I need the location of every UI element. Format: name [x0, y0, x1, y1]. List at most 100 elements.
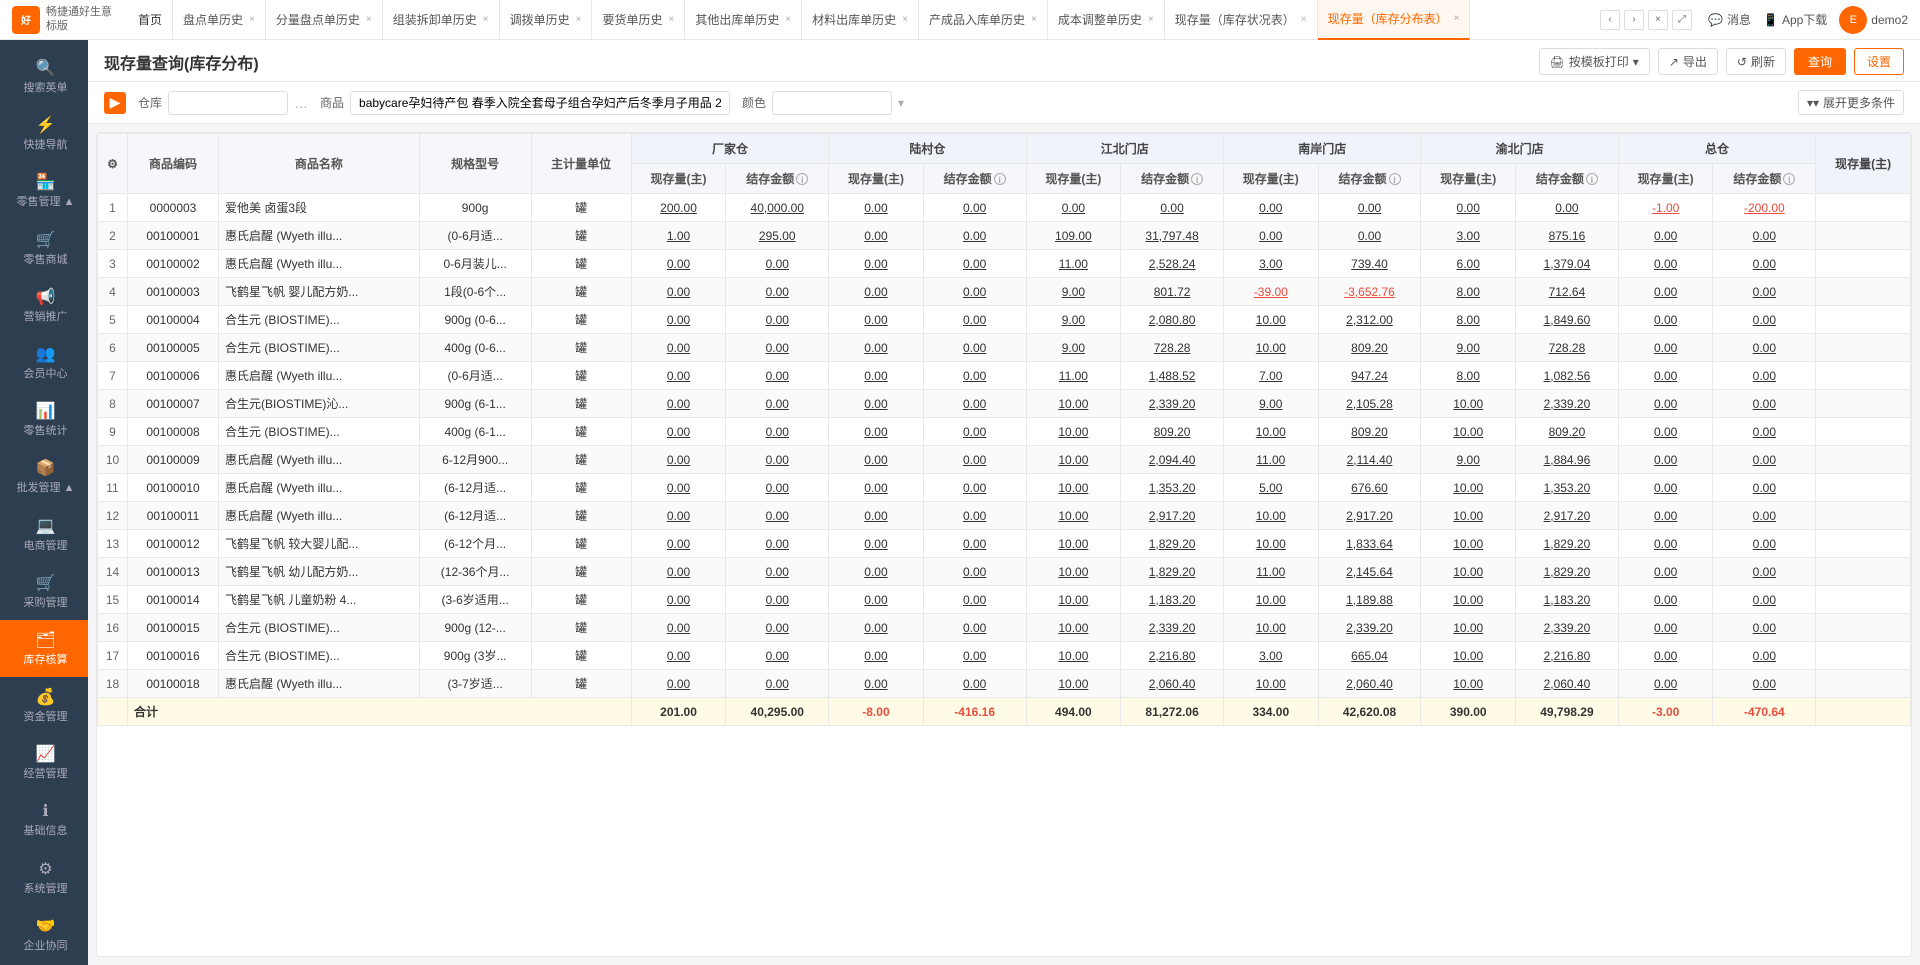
- sidebar-item-finance[interactable]: 💰 资金管理: [0, 677, 88, 734]
- seq-cell: 13: [98, 530, 128, 558]
- cell-value: 2,060.40: [1516, 670, 1619, 698]
- sidebar-item-purchase[interactable]: 🛒 采购管理: [0, 563, 88, 620]
- sidebar-item-operations[interactable]: 📈 经营管理: [0, 734, 88, 791]
- sidebar-item-label: 经营管理: [24, 768, 68, 781]
- warehouse-input[interactable]: [168, 91, 288, 115]
- sidebar-item-wholesale[interactable]: 📦 批发管理 ▲: [0, 448, 88, 505]
- product-input[interactable]: [350, 91, 730, 115]
- app-download-btn[interactable]: 📱 App下载: [1763, 11, 1827, 28]
- cell-value: 0.00: [829, 334, 924, 362]
- info-icon[interactable]: i: [1783, 173, 1795, 185]
- cell-value: 2,080.80: [1121, 306, 1224, 334]
- cell-value: 0.00: [726, 446, 829, 474]
- export-btn[interactable]: ↗ 导出: [1658, 48, 1718, 75]
- sidebar-item-marketing[interactable]: 📢 营销推广: [0, 277, 88, 334]
- info-icon[interactable]: i: [796, 173, 808, 185]
- print-btn[interactable]: 🖨 按模板打印 ▾: [1539, 48, 1650, 75]
- sidebar-item-search[interactable]: 🔍 搜索英单: [0, 48, 88, 105]
- cell-value: 10.00: [1026, 586, 1121, 614]
- tab-sub-inventory[interactable]: 分量盘点单历史 ×: [266, 0, 383, 40]
- cell-value: 10.00: [1421, 614, 1516, 642]
- tab-home[interactable]: 首页: [128, 0, 173, 40]
- close-icon[interactable]: ×: [249, 14, 255, 25]
- sidebar-item-retail-mgmt[interactable]: 🏪 零售管理 ▲: [0, 162, 88, 219]
- color-input[interactable]: [772, 91, 892, 115]
- cell-value: 0.00: [726, 614, 829, 642]
- info-icon[interactable]: i: [1586, 173, 1598, 185]
- cell-value: 10.00: [1224, 502, 1319, 530]
- close-icon[interactable]: ×: [1301, 14, 1307, 25]
- zc-group-header: 总仓: [1618, 134, 1815, 164]
- nav-expand[interactable]: ⤢: [1672, 10, 1692, 30]
- footer-cj-amt: 40,295.00: [726, 698, 829, 726]
- cj-amt-header: 结存金额i: [726, 164, 829, 194]
- cell-value: 801.72: [1121, 278, 1224, 306]
- seq-cell: 16: [98, 614, 128, 642]
- cell-value: 10.00: [1026, 558, 1121, 586]
- cell-value: 809.20: [1318, 418, 1421, 446]
- sidebar-item-collab[interactable]: 🤝 企业协同: [0, 906, 88, 963]
- tab-stock-dist[interactable]: 现存量（库存分布表）×: [1318, 0, 1471, 40]
- close-icon[interactable]: ×: [785, 14, 791, 25]
- cell-value: 0.00: [1618, 614, 1713, 642]
- yb-qty-header: 现存量(主): [1421, 164, 1516, 194]
- close-icon[interactable]: ×: [366, 14, 372, 25]
- cell-value: 0.00: [923, 614, 1026, 642]
- sidebar-item-retail-mall[interactable]: 🛒 零售商城: [0, 220, 88, 277]
- cell-value: 809.20: [1318, 334, 1421, 362]
- close-icon[interactable]: ×: [483, 14, 489, 25]
- sidebar-item-inventory[interactable]: 🗂 库存核算: [0, 620, 88, 677]
- cell-value: 2,105.28: [1318, 390, 1421, 418]
- sidebar-item-member[interactable]: 👥 会员中心: [0, 334, 88, 391]
- cell-value: 0.00: [829, 614, 924, 642]
- query-btn[interactable]: 查询: [1794, 48, 1846, 75]
- gear-col-header[interactable]: ⚙: [98, 134, 128, 194]
- name-cell: 惠氏启醒 (Wyeth illu...: [219, 446, 420, 474]
- cj-group-header: 厂家仓: [631, 134, 828, 164]
- setting-btn[interactable]: 设置: [1854, 48, 1904, 75]
- close-icon[interactable]: ×: [902, 14, 908, 25]
- cell-value: 728.28: [1516, 334, 1619, 362]
- tab-product-in[interactable]: 产成品入库单历史 ×: [919, 0, 1048, 40]
- user-menu[interactable]: E demo2: [1839, 6, 1908, 34]
- sidebar-item-basics[interactable]: ℹ 基础信息: [0, 791, 88, 848]
- cell-value: 8.00: [1421, 306, 1516, 334]
- cur-cell: [1816, 530, 1911, 558]
- cell-value: 2,917.20: [1516, 502, 1619, 530]
- close-icon[interactable]: ×: [1148, 14, 1154, 25]
- tab-cost-adjust[interactable]: 成本调整单历史 ×: [1048, 0, 1165, 40]
- tab-requisition[interactable]: 要货单历史 ×: [592, 0, 685, 40]
- sidebar-item-ecommerce[interactable]: 💻 电商管理: [0, 506, 88, 563]
- close-icon[interactable]: ×: [1454, 13, 1460, 24]
- cell-value: 712.64: [1516, 278, 1619, 306]
- close-icon[interactable]: ×: [668, 14, 674, 25]
- expand-more-btn[interactable]: ▾▾ 展开更多条件: [1798, 90, 1904, 115]
- table-row: 6 00100005 合生元 (BIOSTIME)... 400g (0-6..…: [98, 334, 1911, 362]
- cell-value: 0.00: [1713, 334, 1816, 362]
- tab-other-out[interactable]: 其他出库单历史 ×: [685, 0, 802, 40]
- footer-yb-amt: 49,798.29: [1516, 698, 1619, 726]
- tab-inventory-check[interactable]: 盘点单历史 ×: [173, 0, 266, 40]
- cell-value: 0.00: [1618, 222, 1713, 250]
- tab-stock-status[interactable]: 现存量（库存状况表）×: [1165, 0, 1318, 40]
- name-col-header: 商品名称: [219, 134, 420, 194]
- cell-value: 0.00: [1618, 530, 1713, 558]
- sidebar-item-system[interactable]: ⚙ 系统管理: [0, 849, 88, 906]
- tab-assembly[interactable]: 组装拆卸单历史 ×: [383, 0, 500, 40]
- tab-transfer[interactable]: 调拨单历史 ×: [500, 0, 593, 40]
- message-btn[interactable]: 💬 消息: [1708, 11, 1751, 28]
- info-icon[interactable]: i: [994, 173, 1006, 185]
- tab-material-out[interactable]: 材料出库单历史 ×: [802, 0, 919, 40]
- nav-next[interactable]: ›: [1624, 10, 1644, 30]
- sidebar-item-retail-stats[interactable]: 📊 零售统计: [0, 391, 88, 448]
- info-icon[interactable]: i: [1389, 173, 1401, 185]
- nav-prev[interactable]: ‹: [1600, 10, 1620, 30]
- close-icon[interactable]: ×: [1031, 14, 1037, 25]
- sidebar-item-nav[interactable]: ⚡ 快捷导航: [0, 105, 88, 162]
- refresh-btn[interactable]: ↺ 刷新: [1726, 48, 1786, 75]
- filter-expand-btn[interactable]: ▶: [104, 92, 126, 114]
- close-icon[interactable]: ×: [576, 14, 582, 25]
- sidebar-item-label: 资金管理: [24, 711, 68, 724]
- info-icon[interactable]: i: [1191, 173, 1203, 185]
- nav-close[interactable]: ×: [1648, 10, 1668, 30]
